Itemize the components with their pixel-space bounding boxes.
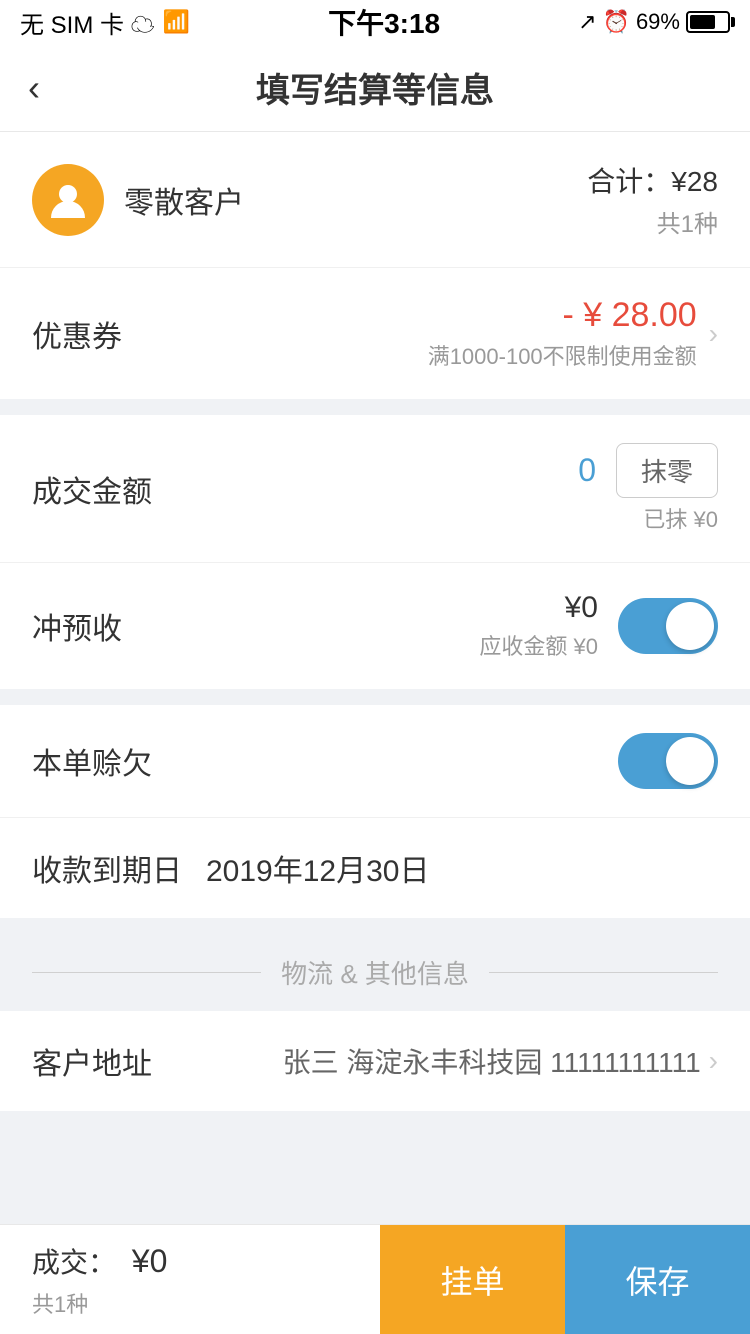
content: 零散客户 合计：¥28 共1种 优惠券 - ¥ 28.00 满1000-100不… (0, 132, 750, 1247)
alarm-icon: ⏰ (603, 9, 630, 35)
deal-amount-controls: 0 抹零 (578, 443, 718, 498)
divider-line-left (32, 972, 261, 973)
chevron-right-icon: › (709, 318, 718, 350)
page-title: 填写结算等信息 (256, 63, 494, 112)
debt-section: 本单赊欠 收款到期日 2019年12月30日 (0, 705, 750, 918)
address-section: 客户地址 张三 海淀永丰科技园 11111111111 › (0, 1011, 750, 1111)
logistics-label: 物流 & 其他信息 (281, 954, 469, 991)
back-button[interactable]: ‹ (28, 67, 40, 109)
deal-amount-value: 0 (578, 452, 596, 489)
status-time: 下午3:18 (328, 2, 440, 42)
bottom-deal-label: 成交： (32, 1247, 116, 1278)
battery-percent: 69% (636, 9, 680, 35)
bottom-deal-amount: ¥0 (132, 1243, 168, 1279)
customer-name: 零散客户 (124, 178, 244, 222)
address-right: 张三 海淀永丰科技园 11111111111 › (283, 1041, 718, 1081)
advance-label: 冲预收 (32, 604, 122, 648)
status-bar: 无 SIM 卡 ☁ 📶 下午3:18 ↗ ⏰ 69% (0, 0, 750, 44)
customer-section: 零散客户 合计：¥28 共1种 优惠券 - ¥ 28.00 满1000-100不… (0, 132, 750, 399)
due-date-row: 收款到期日 2019年12月30日 (0, 817, 750, 918)
sim-label: 无 SIM 卡 ☁ (20, 5, 155, 40)
avatar (32, 164, 104, 236)
coupon-amount-block: - ¥ 28.00 满1000-100不限制使用金额 (428, 296, 697, 371)
total-count: 共1种 (587, 204, 718, 239)
advance-main: ¥0 (479, 591, 598, 625)
save-button[interactable]: 保存 (565, 1225, 750, 1334)
debt-toggle-knob (666, 737, 714, 785)
total-label: 合计：¥28 (587, 160, 718, 200)
location-icon: ↗ (578, 9, 596, 35)
round-zero-button[interactable]: 抹零 (616, 443, 718, 498)
address-chevron-icon: › (709, 1045, 718, 1077)
due-date-value: 2019年12月30日 (206, 846, 429, 890)
bottom-summary: 成交： ¥0 共1种 (0, 1241, 380, 1319)
debt-row: 本单赊欠 (0, 705, 750, 817)
bottom-count: 共1种 (32, 1287, 348, 1319)
advance-toggle[interactable] (618, 598, 718, 654)
customer-total: 合计：¥28 共1种 (587, 160, 718, 239)
coupon-right: - ¥ 28.00 满1000-100不限制使用金额 › (428, 296, 718, 371)
coupon-label: 优惠券 (32, 312, 122, 356)
debt-toggle[interactable] (618, 733, 718, 789)
bottom-bar: 成交： ¥0 共1种 挂单 保存 (0, 1224, 750, 1334)
address-value: 张三 海淀永丰科技园 11111111111 (283, 1041, 701, 1081)
customer-info: 零散客户 (32, 164, 244, 236)
address-row[interactable]: 客户地址 张三 海淀永丰科技园 11111111111 › (0, 1011, 750, 1111)
due-date-label: 收款到期日 (32, 846, 182, 890)
advance-sub: 应收金额 ¥0 (479, 629, 598, 661)
advance-amounts: ¥0 应收金额 ¥0 (479, 591, 598, 661)
toggle-knob (666, 602, 714, 650)
deal-section: 成交金额 0 抹零 已抹 ¥0 冲预收 ¥0 应收金额 ¥0 (0, 415, 750, 689)
address-label: 客户地址 (32, 1039, 152, 1083)
deal-amount-label: 成交金额 (32, 467, 152, 511)
deal-amount-row: 成交金额 0 抹零 已抹 ¥0 (0, 415, 750, 563)
advance-right: ¥0 应收金额 ¥0 (479, 591, 718, 661)
battery-icon (686, 11, 730, 33)
nav-bar: ‹ 填写结算等信息 (0, 44, 750, 132)
status-left: 无 SIM 卡 ☁ 📶 (20, 5, 190, 40)
coupon-amount: - ¥ 28.00 (428, 296, 697, 335)
deal-amount-sub: 已抹 ¥0 (578, 502, 718, 534)
logistics-divider: 物流 & 其他信息 (0, 934, 750, 1011)
coupon-description: 满1000-100不限制使用金额 (428, 339, 697, 371)
wifi-icon: 📶 (163, 9, 190, 35)
advance-row: 冲预收 ¥0 应收金额 ¥0 (0, 563, 750, 689)
bottom-deal-line: 成交： ¥0 (32, 1241, 348, 1281)
debt-label: 本单赊欠 (32, 739, 152, 783)
coupon-row[interactable]: 优惠券 - ¥ 28.00 满1000-100不限制使用金额 › (0, 267, 750, 399)
deal-amount-right: 0 抹零 已抹 ¥0 (578, 443, 718, 534)
customer-row: 零散客户 合计：¥28 共1种 (0, 132, 750, 267)
status-right: ↗ ⏰ 69% (578, 9, 730, 35)
pending-button[interactable]: 挂单 (380, 1225, 565, 1334)
divider-line-right (489, 972, 718, 973)
